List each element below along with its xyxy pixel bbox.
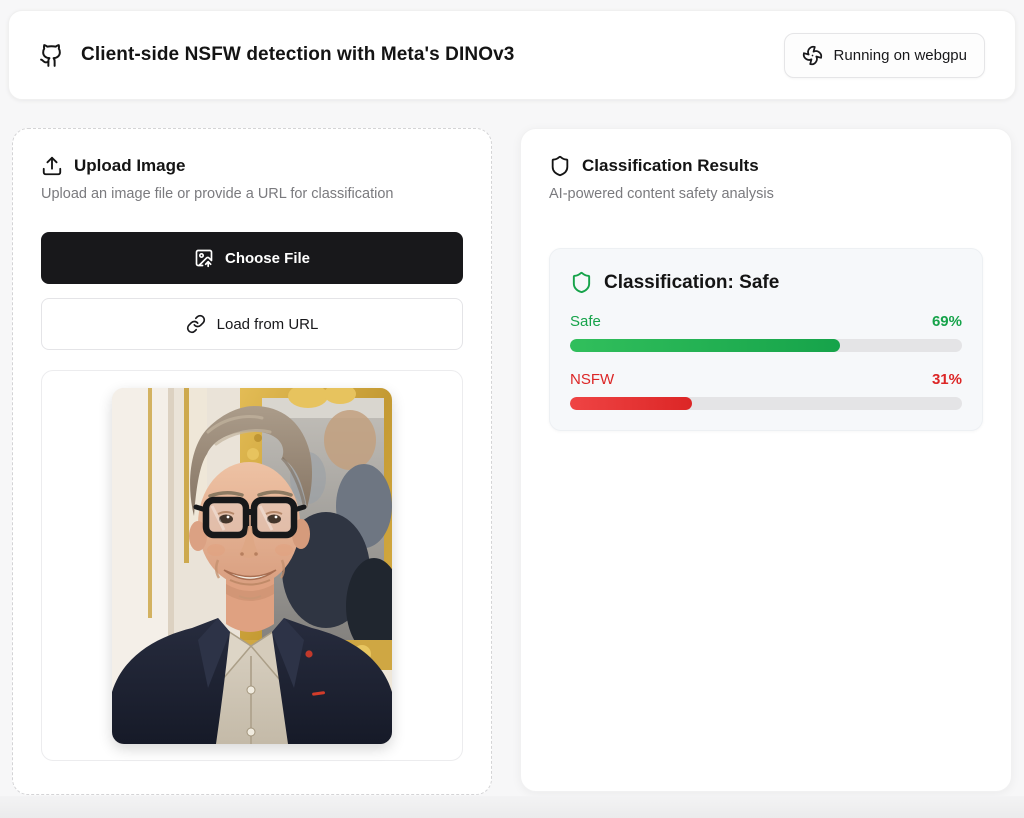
webgpu-button-label: Running on webgpu — [833, 46, 967, 64]
nsfw-progress-fill — [570, 397, 692, 410]
uploaded-image-preview — [112, 387, 392, 744]
github-icon — [39, 43, 64, 68]
nsfw-label: NSFW — [570, 371, 615, 388]
upload-panel-subtitle: Upload an image file or provide a URL fo… — [41, 186, 394, 202]
results-panel-title: Classification Results — [582, 156, 759, 175]
page-bottom-strip — [0, 796, 1024, 818]
fan-icon — [802, 45, 823, 66]
shield-icon — [549, 155, 571, 177]
nsfw-score-row: NSFW 31% — [570, 371, 962, 410]
nsfw-progress-track — [570, 397, 962, 410]
safe-progress-track — [570, 339, 962, 352]
app-header: Client-side NSFW detection with Meta's D… — [8, 10, 1016, 100]
safe-label: Safe — [570, 313, 601, 330]
upload-panel: Upload Image Upload an image file or pro… — [12, 128, 492, 795]
safe-progress-fill — [570, 339, 841, 352]
upload-panel-title: Upload Image — [74, 156, 186, 175]
image-preview-card — [41, 370, 463, 761]
safe-score-row: Safe 69% — [570, 313, 962, 352]
page-title: Client-side NSFW detection with Meta's D… — [81, 44, 515, 65]
choose-file-button[interactable]: Choose File — [41, 232, 463, 284]
classification-result-card: Classification: Safe Safe 69% NSFW 31% — [549, 248, 983, 431]
nsfw-percentage: 31% — [931, 371, 962, 388]
safe-percentage: 69% — [931, 313, 962, 330]
results-panel-subtitle: AI-powered content safety analysis — [549, 186, 774, 202]
classification-result-title: Classification: Safe — [604, 271, 780, 293]
load-from-url-label: Load from URL — [216, 315, 319, 333]
link-icon — [186, 314, 206, 334]
upload-icon — [41, 155, 63, 177]
shield-safe-icon — [570, 271, 593, 294]
results-panel: Classification Results AI-powered conten… — [520, 128, 1012, 792]
choose-file-label: Choose File — [224, 249, 310, 267]
running-on-webgpu-button[interactable]: Running on webgpu — [783, 32, 985, 78]
load-from-url-button[interactable]: Load from URL — [41, 298, 463, 350]
image-up-icon — [194, 248, 214, 268]
